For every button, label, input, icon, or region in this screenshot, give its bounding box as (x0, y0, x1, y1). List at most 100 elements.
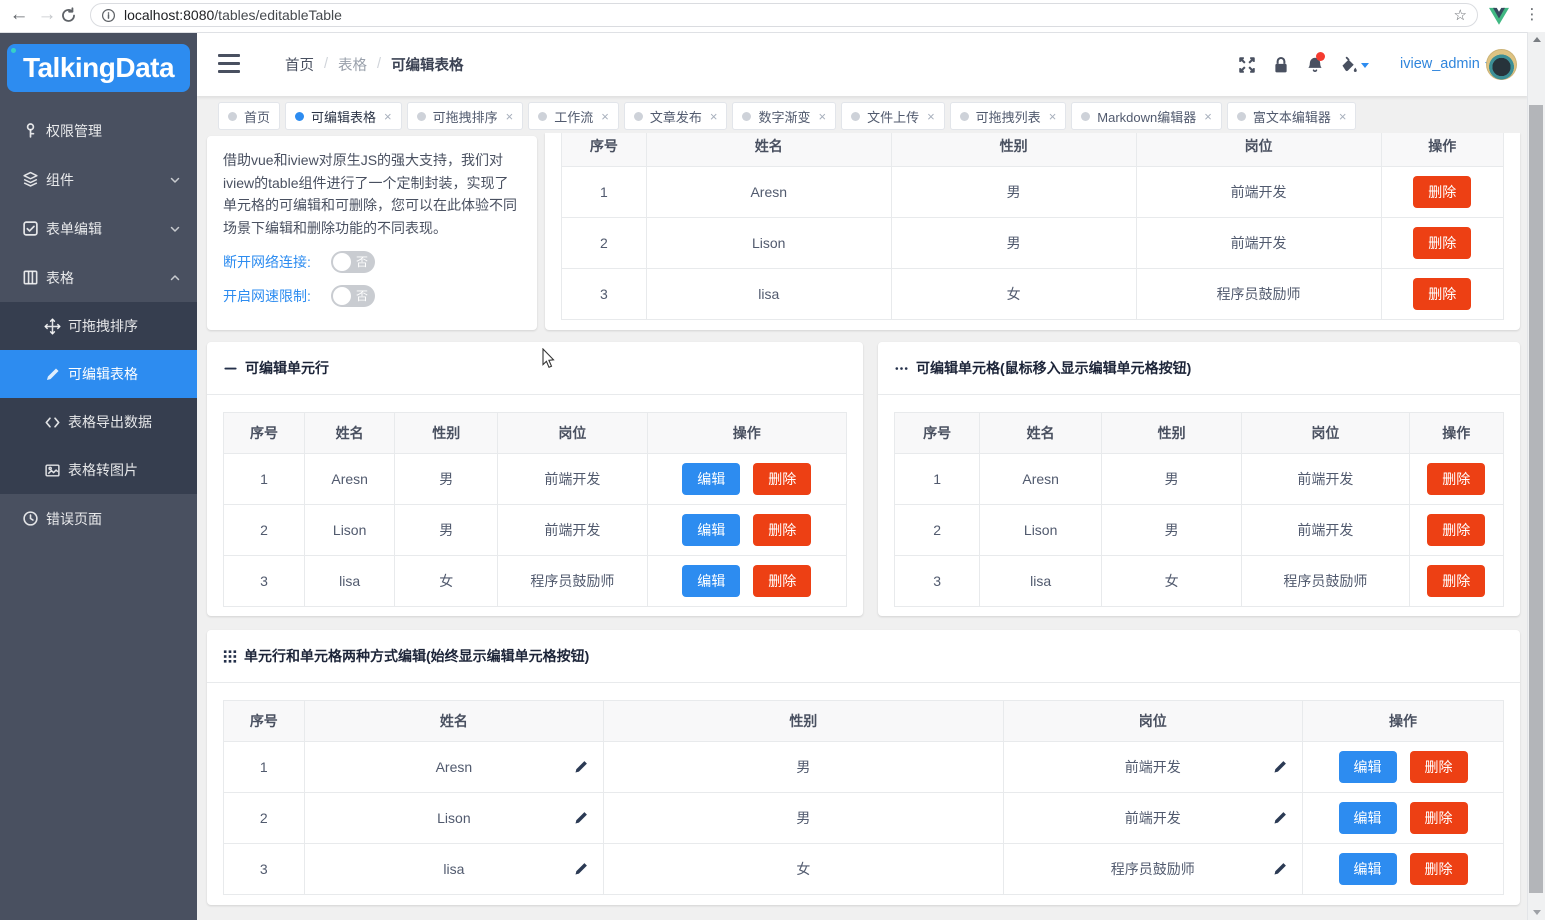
tab-item[interactable]: 文件上传 × (841, 102, 945, 130)
edit-cell-pencil-icon[interactable] (1272, 759, 1288, 775)
delete-button[interactable]: 删除 (1409, 802, 1468, 834)
bookmark-star-icon[interactable]: ☆ (1454, 6, 1467, 24)
actions-cell: 删除 (1408, 555, 1505, 607)
sidebar-item[interactable]: 表格转图片 (0, 446, 197, 494)
tab-item[interactable]: Markdown编辑器 × (1071, 102, 1222, 130)
vue-devtools-icon[interactable] (1489, 7, 1509, 25)
edit-cell-pencil-icon[interactable] (573, 861, 589, 877)
theme-paint-icon[interactable] (1340, 56, 1358, 74)
description-text: 借助vue和iview对原生JS的强大支持，我们对iview的table组件进行… (223, 152, 517, 236)
sidebar-item-label: 表格转图片 (68, 462, 138, 478)
grid-icon (223, 649, 237, 663)
toggle-speed-label[interactable]: 开启网速限制: (223, 286, 331, 306)
username-text: iview_admin (1400, 56, 1480, 72)
tab-close-icon[interactable]: × (1204, 109, 1212, 124)
tab-item[interactable]: 数字渐变 × (732, 102, 837, 130)
main-content: 借助vue和iview对原生JS的强大支持，我们对iview的table组件进行… (197, 133, 1528, 920)
browser-back-icon[interactable]: ← (6, 0, 32, 32)
column-header: 序号 (561, 133, 647, 167)
sidebar-item[interactable]: 权限管理 (0, 106, 197, 155)
tab-close-icon[interactable]: × (601, 109, 609, 124)
sidebar-item[interactable]: 表单编辑 (0, 204, 197, 253)
edit-button[interactable]: 编辑 (1338, 802, 1397, 834)
browser-reload-icon[interactable] (60, 7, 86, 25)
table-cell: 男 (890, 166, 1137, 218)
delete-button[interactable]: 删除 (1413, 278, 1472, 310)
edit-button[interactable]: 编辑 (682, 463, 741, 495)
edit-button[interactable]: 编辑 (1338, 853, 1397, 885)
browser-toolbar: ← → localhost:8080/tables/editableTable … (0, 0, 1545, 33)
edit-button[interactable]: 编辑 (1338, 751, 1397, 783)
tab-item[interactable]: 可拖拽列表 × (949, 102, 1067, 130)
page-scrollbar[interactable] (1527, 32, 1545, 920)
delete-button[interactable]: 删除 (753, 514, 812, 546)
delete-button[interactable]: 删除 (753, 565, 812, 597)
scrollbar-thumb[interactable] (1529, 105, 1543, 893)
edit-cell-pencil-icon[interactable] (1272, 861, 1288, 877)
tab-item[interactable]: 文章发布 × (623, 102, 728, 130)
tab-dot (633, 111, 643, 121)
sidebar-item[interactable]: 可拖拽排序 (0, 302, 197, 350)
sidebar-item[interactable]: 表格导出数据 (0, 398, 197, 446)
address-bar[interactable]: localhost:8080/tables/editableTable ☆ (90, 3, 1478, 27)
tab-item[interactable]: 可编辑表格 × (285, 102, 402, 130)
tab-item[interactable]: 首页 (218, 102, 281, 130)
user-menu[interactable]: iview_admin (1400, 56, 1493, 72)
url-text: localhost:8080/tables/editableTable (124, 7, 342, 23)
tab-item[interactable]: 富文本编辑器 × (1226, 102, 1357, 130)
browser-menu-icon[interactable]: ⋮ (1521, 0, 1543, 32)
tab-close-icon[interactable]: × (384, 109, 392, 124)
edit-cell-pencil-icon[interactable] (573, 810, 589, 826)
tab-close-icon[interactable]: × (927, 109, 935, 124)
edit-button[interactable]: 编辑 (682, 514, 741, 546)
editable-cell-card: 可编辑单元格(鼠标移入显示编辑单元格按钮) 序号 姓名 性别 岗位 操作 1 Aresn 男前… (878, 342, 1520, 616)
edit-button[interactable]: 编辑 (682, 565, 741, 597)
top-header: 首页 / 表格 / 可编辑表格 iview_admin (197, 32, 1528, 96)
delete-button[interactable]: 删除 (1427, 565, 1486, 597)
table-cell: lisa (303, 843, 605, 895)
toggle-network-label[interactable]: 断开网络连接: (223, 252, 331, 272)
sidebar-item-label: 表格 (46, 269, 74, 286)
tab-close-icon[interactable]: × (1049, 109, 1057, 124)
fullscreen-icon[interactable] (1238, 56, 1256, 74)
tab-dot (538, 111, 548, 121)
scrollbar-up-icon[interactable] (1528, 32, 1545, 47)
breadcrumb: 首页 / 表格 / 可编辑表格 (285, 32, 464, 96)
tab-close-icon[interactable]: × (506, 109, 514, 124)
edit-cell-pencil-icon[interactable] (1272, 810, 1288, 826)
delete-button[interactable]: 删除 (1413, 176, 1472, 208)
page-info-icon[interactable] (101, 8, 116, 23)
network-disconnect-switch[interactable]: 否 (331, 251, 375, 273)
sidebar-item[interactable]: 可编辑表格 (0, 350, 197, 398)
sidebar-item[interactable]: 组件 (0, 155, 197, 204)
sidebar-item[interactable]: 错误页面 (0, 494, 197, 543)
scrollbar-down-icon[interactable] (1528, 905, 1545, 920)
tab-close-icon[interactable]: × (818, 109, 826, 124)
delete-button[interactable]: 删除 (1427, 463, 1486, 495)
column-header: 序号 (223, 412, 305, 454)
sidebar-menu: 权限管理 组件 表单编辑表格可拖拽排序 可编辑表格 表格导出数据表格转图片错误页面 (0, 106, 197, 543)
avatar[interactable] (1486, 49, 1517, 80)
tab-item[interactable]: 可拖拽排序 × (406, 102, 524, 130)
edit-cell-pencil-icon[interactable] (573, 759, 589, 775)
tab-close-icon[interactable]: × (710, 109, 718, 124)
tab-dot (416, 111, 426, 121)
app-logo[interactable]: TalkingData (7, 44, 190, 92)
tab-close-icon[interactable]: × (1339, 109, 1347, 124)
table-row: 2 Lison 男前端开发 编辑 删除 (223, 504, 848, 556)
table-cell: 2 (893, 504, 981, 556)
opened-tabs-bar: 首页 可编辑表格 × 可拖拽排序 × 工作流 × 文章发布 × 数字渐变 × 文件上传 × 可拖拽列表 × M… (197, 96, 1528, 133)
breadcrumb-section[interactable]: 表格 (338, 54, 367, 75)
sidebar-item[interactable]: 表格 (0, 253, 197, 302)
delete-button[interactable]: 删除 (1409, 853, 1468, 885)
theme-caret-icon[interactable] (1361, 63, 1369, 68)
delete-button[interactable]: 删除 (1409, 751, 1468, 783)
lock-icon[interactable] (1272, 56, 1290, 74)
delete-button[interactable]: 删除 (1427, 514, 1486, 546)
breadcrumb-home[interactable]: 首页 (285, 54, 314, 75)
delete-button[interactable]: 删除 (753, 463, 812, 495)
delete-button[interactable]: 删除 (1413, 227, 1472, 259)
collapse-menu-icon[interactable] (218, 54, 240, 73)
speed-limit-switch[interactable]: 否 (331, 285, 375, 307)
tab-item[interactable]: 工作流 × (528, 102, 619, 130)
